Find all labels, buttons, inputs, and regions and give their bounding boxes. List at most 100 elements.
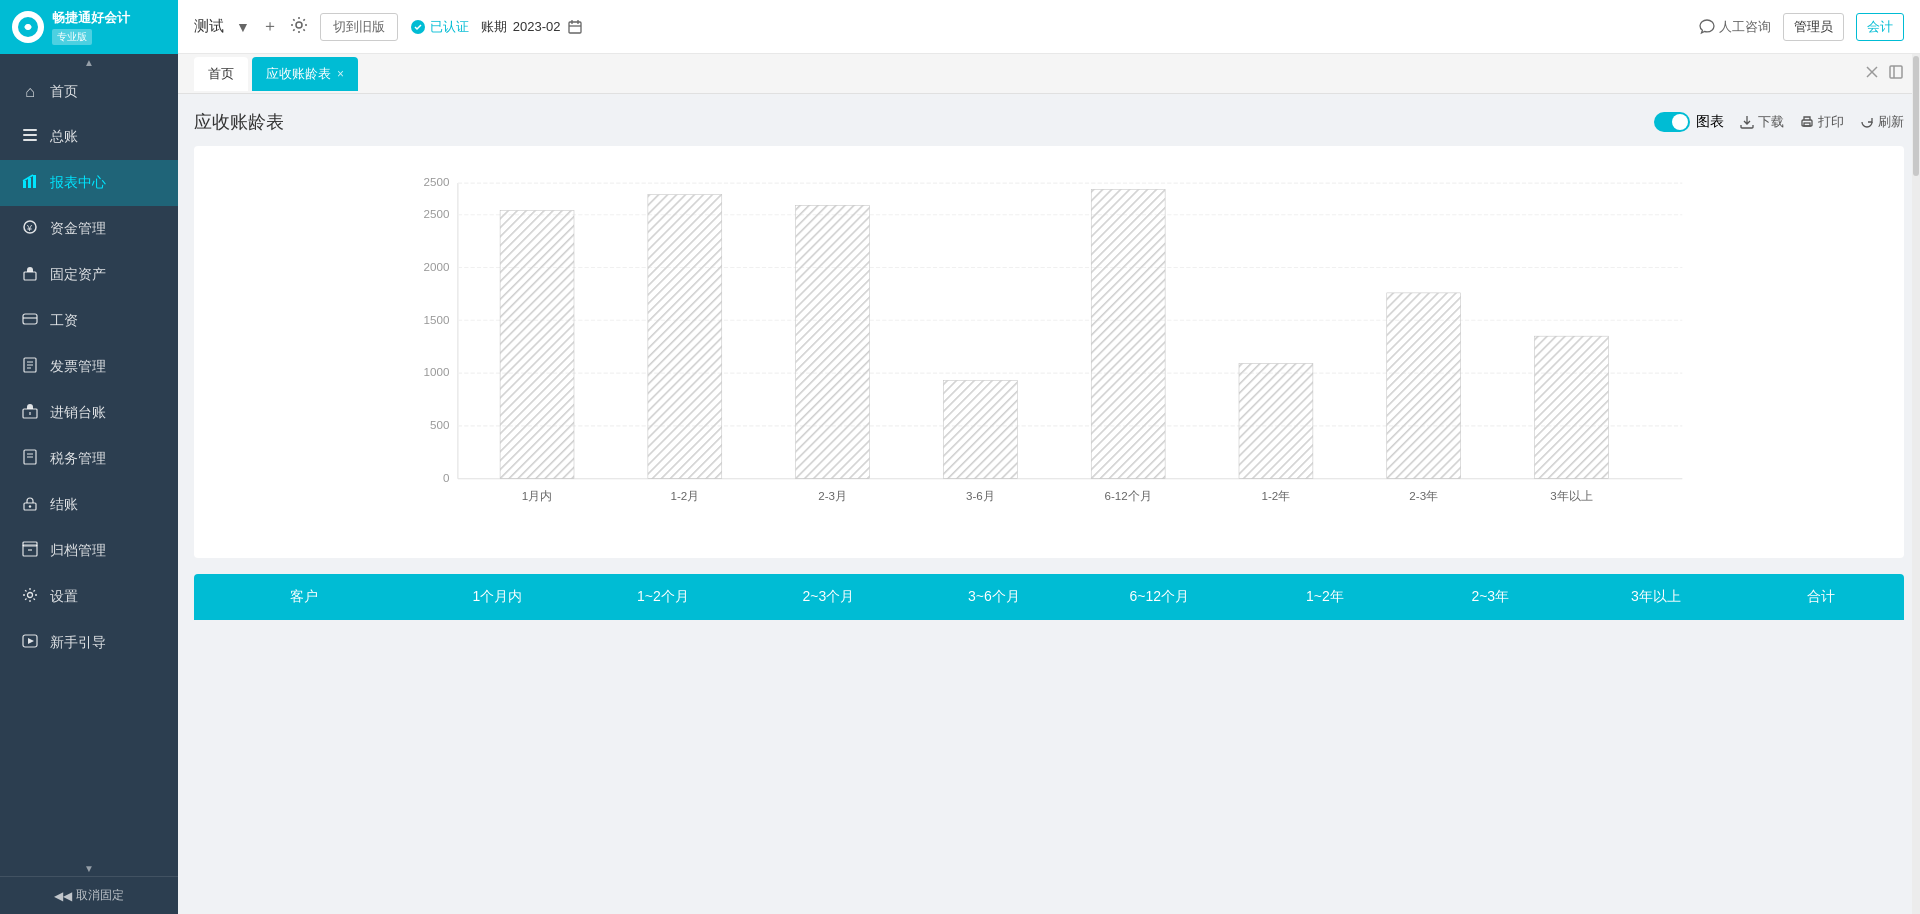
period-value: 2023-02 — [513, 19, 561, 34]
svg-text:1-2月: 1-2月 — [670, 489, 699, 502]
svg-marker-29 — [28, 638, 34, 644]
svg-text:3年以上: 3年以上 — [1550, 489, 1592, 502]
app-logo-icon — [12, 11, 44, 43]
tab-ar-aging[interactable]: 应收账龄表 × — [252, 57, 358, 91]
close-window-btn[interactable] — [1864, 64, 1880, 84]
close-account-icon — [20, 495, 40, 515]
svg-rect-72 — [1535, 336, 1609, 478]
chart-toggle-switch[interactable] — [1654, 112, 1690, 132]
download-btn[interactable]: 下载 — [1740, 113, 1784, 131]
svg-text:2500: 2500 — [424, 207, 450, 220]
role-btn[interactable]: 会计 — [1856, 13, 1904, 41]
sidebar-item-asset[interactable]: 固定资产 — [0, 252, 178, 298]
main-content: 测试 ▼ ＋ 切到旧版 已认证 账期 2023-02 人工咨询 管理员 会计 首… — [178, 0, 1920, 914]
cancel-fixed-label: 取消固定 — [76, 887, 124, 904]
svg-rect-25 — [23, 542, 37, 546]
scroll-down-indicator[interactable]: ▼ — [0, 860, 178, 876]
svg-rect-41 — [1804, 123, 1810, 126]
company-settings-btn[interactable] — [290, 16, 308, 38]
col-1-2month: 1~2个月 — [580, 588, 745, 606]
svg-rect-4 — [23, 139, 37, 141]
tab-home[interactable]: 首页 — [194, 57, 248, 91]
sidebar-item-archive[interactable]: 归档管理 — [0, 528, 178, 574]
svg-rect-10 — [24, 272, 36, 280]
svg-rect-2 — [23, 129, 37, 131]
pin-icon: ◀◀ — [54, 889, 72, 903]
bar-chart: 0 500 1000 1500 2000 2500 2500 1 — [210, 162, 1888, 542]
home-icon: ⌂ — [20, 83, 40, 101]
svg-rect-66 — [1091, 189, 1165, 478]
page-title: 应收账龄表 — [194, 110, 284, 134]
cancel-fixed-btn[interactable]: ◀◀ 取消固定 — [0, 876, 178, 914]
sidebar-item-label: 结账 — [50, 496, 78, 514]
svg-rect-62 — [796, 205, 870, 478]
sidebar-nav: ⌂ 首页 总账 报表中心 ¥ 资金管理 固定资产 — [0, 70, 178, 860]
certified-label: 已认证 — [430, 18, 469, 36]
sidebar-item-fund[interactable]: ¥ 资金管理 — [0, 206, 178, 252]
print-label: 打印 — [1818, 113, 1844, 131]
scroll-down-btn[interactable]: ▼ — [83, 864, 95, 872]
accounting-period: 账期 2023-02 — [481, 18, 583, 36]
col-3-6month: 3~6个月 — [911, 588, 1076, 606]
sidebar-item-tax[interactable]: 税务管理 — [0, 436, 178, 482]
tabbar: 首页 应收账龄表 × — [178, 54, 1920, 94]
sidebar-item-report[interactable]: 报表中心 — [0, 160, 178, 206]
svg-text:¥: ¥ — [26, 223, 33, 233]
payroll-icon — [20, 311, 40, 331]
svg-text:1月内: 1月内 — [522, 489, 552, 502]
col-total: 合计 — [1739, 588, 1904, 606]
company-name: 测试 — [194, 17, 224, 36]
scroll-up-btn[interactable]: ▲ — [83, 58, 95, 66]
tab-close-icon[interactable]: × — [337, 67, 344, 81]
refresh-btn[interactable]: 刷新 — [1860, 113, 1904, 131]
sidebar-item-label: 资金管理 — [50, 220, 106, 238]
sidebar-item-label: 新手引导 — [50, 634, 106, 652]
col-2-3month: 2~3个月 — [746, 588, 911, 606]
expand-window-btn[interactable] — [1888, 64, 1904, 84]
sidebar-item-home[interactable]: ⌂ 首页 — [0, 70, 178, 114]
switch-old-version-btn[interactable]: 切到旧版 — [320, 13, 398, 41]
sidebar-item-settings[interactable]: 设置 — [0, 574, 178, 620]
consult-btn[interactable]: 人工咨询 — [1699, 18, 1771, 36]
main-scrollbar[interactable] — [1912, 54, 1920, 914]
add-company-btn[interactable]: ＋ — [262, 16, 278, 37]
svg-rect-7 — [33, 175, 36, 188]
chart-svg: 0 500 1000 1500 2000 2500 2500 1 — [210, 162, 1888, 542]
guide-icon — [20, 633, 40, 653]
fund-icon: ¥ — [20, 219, 40, 239]
sidebar-item-label: 归档管理 — [50, 542, 106, 560]
consult-label: 人工咨询 — [1719, 18, 1771, 36]
svg-rect-38 — [1890, 66, 1902, 78]
svg-text:1-2年: 1-2年 — [1262, 489, 1291, 502]
sidebar-item-ledger[interactable]: 总账 — [0, 114, 178, 160]
sidebar-item-label: 进销台账 — [50, 404, 106, 422]
svg-point-1 — [25, 24, 31, 30]
svg-text:2-3月: 2-3月 — [818, 489, 847, 502]
sidebar-item-guide[interactable]: 新手引导 — [0, 620, 178, 666]
tab-home-label: 首页 — [208, 65, 234, 83]
sidebar-item-close[interactable]: 结账 — [0, 482, 178, 528]
user-btn[interactable]: 管理员 — [1783, 13, 1844, 41]
company-dropdown-btn[interactable]: ▼ — [236, 19, 250, 35]
svg-point-30 — [296, 22, 302, 28]
download-label: 下载 — [1758, 113, 1784, 131]
svg-rect-3 — [23, 134, 37, 136]
sidebar-item-inventory[interactable]: 进销台账 — [0, 390, 178, 436]
scrollbar-thumb[interactable] — [1913, 56, 1919, 176]
sidebar-item-label: 固定资产 — [50, 266, 106, 284]
svg-rect-60 — [648, 195, 722, 479]
print-btn[interactable]: 打印 — [1800, 113, 1844, 131]
sidebar-logo: 畅捷通好会计 专业版 — [0, 0, 178, 54]
svg-text:1500: 1500 — [424, 313, 450, 326]
sidebar-item-payroll[interactable]: 工资 — [0, 298, 178, 344]
sidebar-item-invoice[interactable]: 发票管理 — [0, 344, 178, 390]
col-customer: 客户 — [194, 588, 415, 606]
page-actions: 图表 下载 打印 刷新 — [1654, 112, 1904, 132]
sidebar-item-label: 税务管理 — [50, 450, 106, 468]
app-logo-text: 畅捷通好会计 专业版 — [52, 9, 130, 45]
chart-toggle[interactable]: 图表 — [1654, 112, 1724, 132]
page-header: 应收账龄表 图表 下载 打印 刷新 — [194, 110, 1904, 134]
col-2-3year: 2~3年 — [1408, 588, 1573, 606]
calendar-icon[interactable] — [567, 19, 583, 35]
scroll-up-indicator[interactable]: ▲ — [0, 54, 178, 70]
